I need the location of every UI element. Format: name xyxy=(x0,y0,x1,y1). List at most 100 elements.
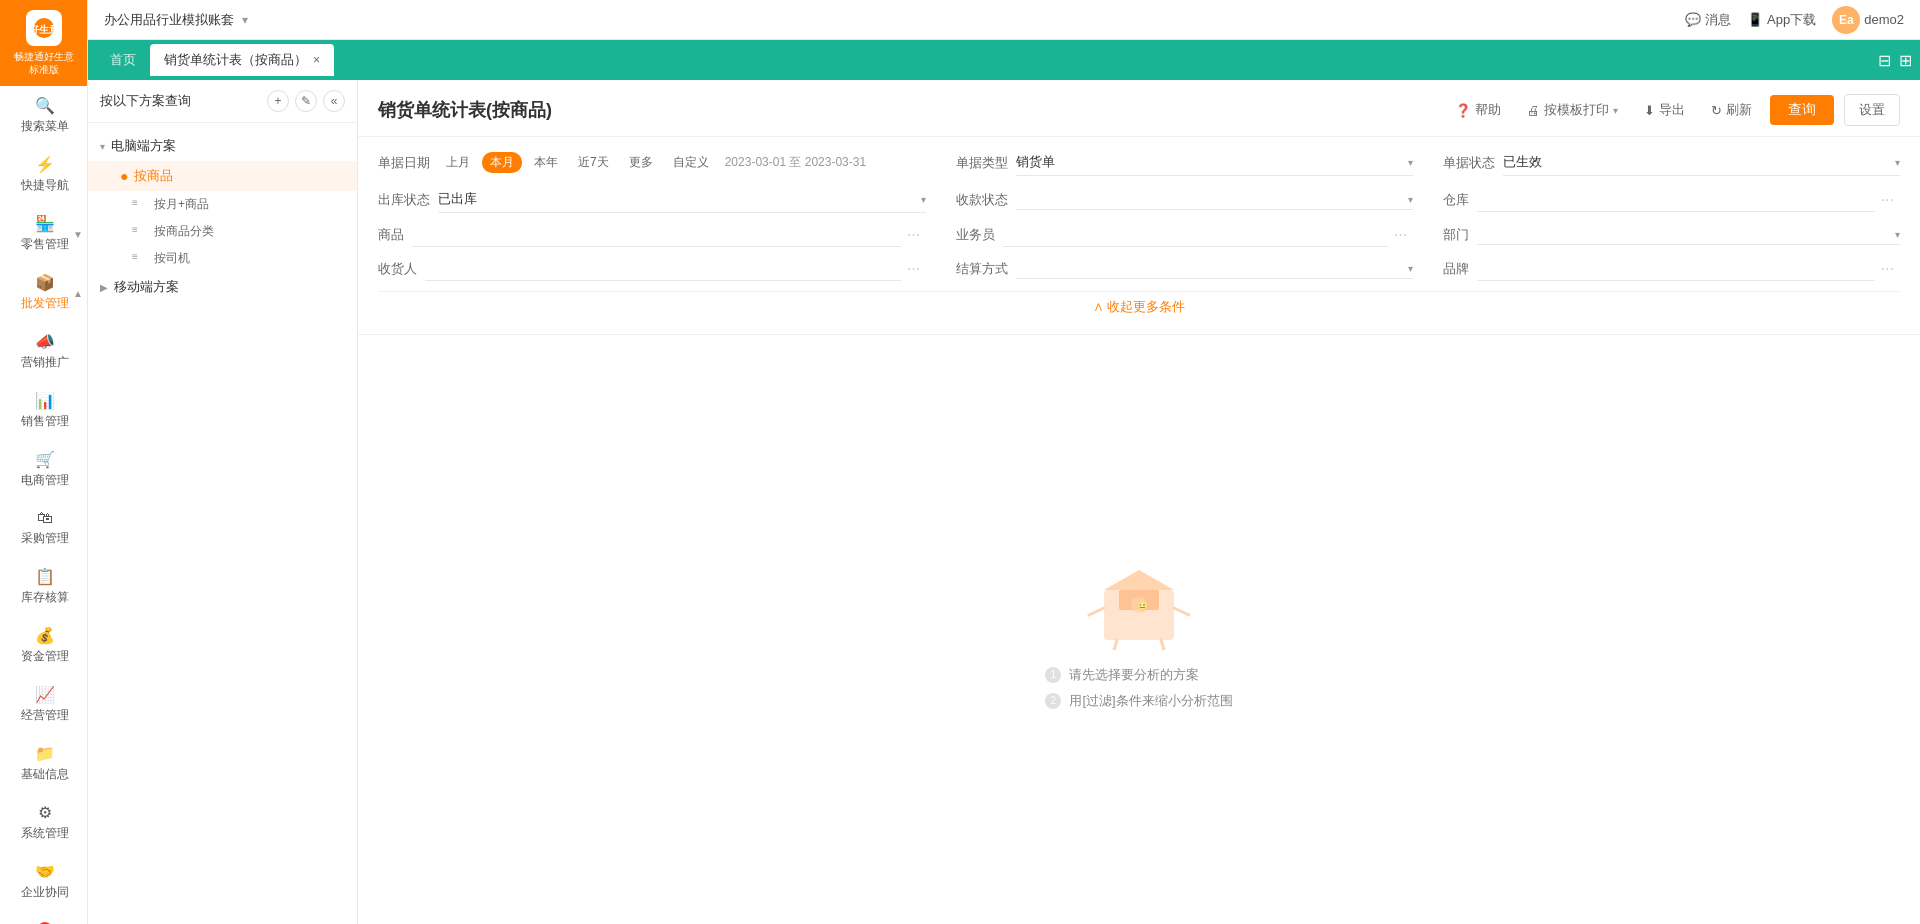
retail-arrow-icon: ▼ xyxy=(73,228,83,239)
scheme-group-pc-header[interactable]: ▾ 电脑端方案 xyxy=(88,131,357,161)
scheme-group-mobile-header[interactable]: ▶ 移动端方案 xyxy=(88,272,357,302)
empty-tip-1: 1 请先选择要分析的方案 xyxy=(1045,666,1232,684)
query-button[interactable]: 查询 xyxy=(1770,95,1834,125)
sidebar-item-wholesale[interactable]: 📦 批发管理 ▲ xyxy=(0,263,87,322)
sidebar-item-quick-nav[interactable]: ⚡ 快捷导航 xyxy=(0,145,87,204)
payment-method-arrow-icon: ▾ xyxy=(1408,263,1413,274)
business-icon: 📈 xyxy=(35,685,55,704)
svg-line-10 xyxy=(1174,608,1189,615)
scheme-group-pc: ▾ 电脑端方案 ● 按商品 ≡ 按月+商品 ≡ 按商品分类 xyxy=(88,131,357,272)
recipient-dots[interactable]: ··· xyxy=(901,260,926,278)
tab-maximize-icon[interactable]: ⊞ xyxy=(1899,51,1912,70)
refresh-button[interactable]: ↻ 刷新 xyxy=(1703,97,1760,123)
brand-dots[interactable]: ··· xyxy=(1875,260,1900,278)
edit-scheme-button[interactable]: ✎ xyxy=(295,90,317,112)
sidebar-item-inventory[interactable]: 📋 库存核算 xyxy=(0,557,87,616)
date-tab-this-month[interactable]: 本月 xyxy=(482,152,522,173)
brand-input[interactable] xyxy=(1477,257,1875,281)
export-icon: ⬇ xyxy=(1644,103,1655,118)
sidebar-item-retail[interactable]: 🏪 零售管理 ▼ xyxy=(0,204,87,263)
warehouse-label: 仓库 xyxy=(1443,191,1469,209)
empty-tips: 1 请先选择要分析的方案 2 用[过滤]条件来缩小分析范围 xyxy=(1045,666,1232,710)
basic-info-icon: 📁 xyxy=(35,744,55,763)
payment-status-select[interactable]: ▾ xyxy=(1016,190,1413,210)
sidebar-item-basic-info[interactable]: 📁 基础信息 xyxy=(0,734,87,793)
doc-status-select[interactable]: 已生效 ▾ xyxy=(1503,149,1900,176)
collapse-panel-button[interactable]: « xyxy=(323,90,345,112)
filter-item-doc-status: 单据状态 已生效 ▾ xyxy=(1443,149,1900,176)
date-tab-this-year[interactable]: 本年 xyxy=(526,152,566,173)
print-dropdown-icon[interactable]: ▾ xyxy=(1613,105,1618,116)
tab-active[interactable]: 销货单统计表（按商品） × xyxy=(150,44,334,76)
sidebar-item-system[interactable]: ⚙ 系统管理 xyxy=(0,793,87,852)
filter-item-brand: 品牌 ··· xyxy=(1443,257,1900,281)
out-status-select[interactable]: 已出库 ▾ xyxy=(438,186,926,213)
sidebar-item-sales[interactable]: 📊 销售管理 xyxy=(0,381,87,440)
filter-row-2: 出库状态 已出库 ▾ 收款状态 ▾ 仓库 xyxy=(378,186,1900,213)
collapse-filters-button[interactable]: ∧ 收起更多条件 xyxy=(378,291,1900,322)
dept-select[interactable]: ▾ xyxy=(1477,225,1900,245)
settings-button[interactable]: 设置 xyxy=(1844,94,1900,126)
sidebar-item-search[interactable]: 🔍 搜索菜单 xyxy=(0,86,87,145)
sidebar-item-business[interactable]: 📈 经营管理 xyxy=(0,675,87,734)
filter-item-payment-status: 收款状态 ▾ xyxy=(956,190,1413,210)
payment-status-label: 收款状态 xyxy=(956,191,1008,209)
date-filter: 上月 本月 本年 近7天 更多 自定义 2023-03-01 至 2023-03… xyxy=(438,152,926,173)
date-tab-custom[interactable]: 自定义 xyxy=(665,152,717,173)
header-left: 办公用品行业模拟账套 ▾ xyxy=(104,11,248,29)
scheme-item-by-driver[interactable]: ≡ 按司机 xyxy=(88,245,357,272)
sidebar-item-marketing[interactable]: 📣 营销推广 xyxy=(0,322,87,381)
date-tab-more[interactable]: 更多 xyxy=(621,152,661,173)
warehouse-dots[interactable]: ··· xyxy=(1875,191,1900,209)
top-header: 办公用品行业模拟账套 ▾ 💬 消息 📱 App下载 Ea demo2 xyxy=(88,0,1920,40)
sidebar-item-finance[interactable]: 💰 资金管理 xyxy=(0,616,87,675)
filter-area: 单据日期 上月 本月 本年 近7天 更多 自定义 2023-03-01 至 20… xyxy=(358,137,1920,335)
dept-arrow-icon: ▾ xyxy=(1895,229,1900,240)
marketing-icon: 📣 xyxy=(35,332,55,351)
wholesale-icon: 📦 xyxy=(35,273,55,292)
print-button[interactable]: 🖨 按模板打印 ▾ xyxy=(1519,97,1626,123)
goods-input[interactable] xyxy=(412,223,901,247)
date-tab-7days[interactable]: 近7天 xyxy=(570,152,617,173)
month-goods-icon: ≡ xyxy=(132,197,148,213)
salesperson-input[interactable] xyxy=(1003,223,1388,247)
workspace-dropdown[interactable]: ▾ xyxy=(242,13,248,27)
warehouse-input[interactable] xyxy=(1477,188,1875,212)
sidebar-item-ecommerce[interactable]: 🛒 电商管理 xyxy=(0,440,87,499)
app-download-button[interactable]: 📱 App下载 xyxy=(1747,11,1816,29)
svg-line-9 xyxy=(1089,608,1104,615)
message-icon: 💬 xyxy=(1685,12,1701,27)
user-profile[interactable]: Ea demo2 xyxy=(1832,6,1904,34)
refresh-icon: ↻ xyxy=(1711,103,1722,118)
salesperson-dots[interactable]: ··· xyxy=(1388,226,1413,244)
sales-icon: 📊 xyxy=(35,391,55,410)
tab-minimize-icon[interactable]: ⊟ xyxy=(1878,51,1891,70)
export-button[interactable]: ⬇ 导出 xyxy=(1636,97,1693,123)
tab-home[interactable]: 首页 xyxy=(96,44,150,76)
scheme-item-by-goods[interactable]: ● 按商品 xyxy=(88,161,357,191)
doc-type-value: 销货单 xyxy=(1016,153,1055,171)
left-panel-header: 按以下方案查询 + ✎ « xyxy=(88,80,357,123)
scheme-item-month-goods[interactable]: ≡ 按月+商品 xyxy=(88,191,357,218)
payment-status-arrow-icon: ▾ xyxy=(1408,194,1413,205)
sidebar-item-guide[interactable]: 🎯 新手引导 xyxy=(0,911,87,924)
date-tab-last-month[interactable]: 上月 xyxy=(438,152,478,173)
goods-dots[interactable]: ··· xyxy=(901,226,926,244)
sidebar-item-purchase[interactable]: 🛍 采购管理 xyxy=(0,499,87,557)
help-button[interactable]: ❓ 帮助 xyxy=(1447,97,1509,123)
message-button[interactable]: 💬 消息 xyxy=(1685,11,1731,29)
left-panel: 按以下方案查询 + ✎ « ▾ 电脑端方案 ● 按商品 xyxy=(88,80,358,924)
recipient-input[interactable] xyxy=(425,257,901,281)
user-avatar: Ea xyxy=(1832,6,1860,34)
add-scheme-button[interactable]: + xyxy=(267,90,289,112)
tip-num-1: 1 xyxy=(1045,667,1061,683)
svg-marker-3 xyxy=(1104,570,1174,590)
collapse-filters-label: ∧ 收起更多条件 xyxy=(1093,298,1186,316)
scheme-item-goods-category[interactable]: ≡ 按商品分类 xyxy=(88,218,357,245)
doc-type-select[interactable]: 销货单 ▾ xyxy=(1016,149,1413,176)
empty-state: 😐 1 请先选择要分析的方案 xyxy=(358,335,1920,924)
active-scheme-icon: ● xyxy=(120,168,128,184)
sidebar-item-enterprise[interactable]: 🤝 企业协同 xyxy=(0,852,87,911)
tab-close-icon[interactable]: × xyxy=(313,53,320,67)
payment-method-select[interactable]: ▾ xyxy=(1016,259,1413,279)
